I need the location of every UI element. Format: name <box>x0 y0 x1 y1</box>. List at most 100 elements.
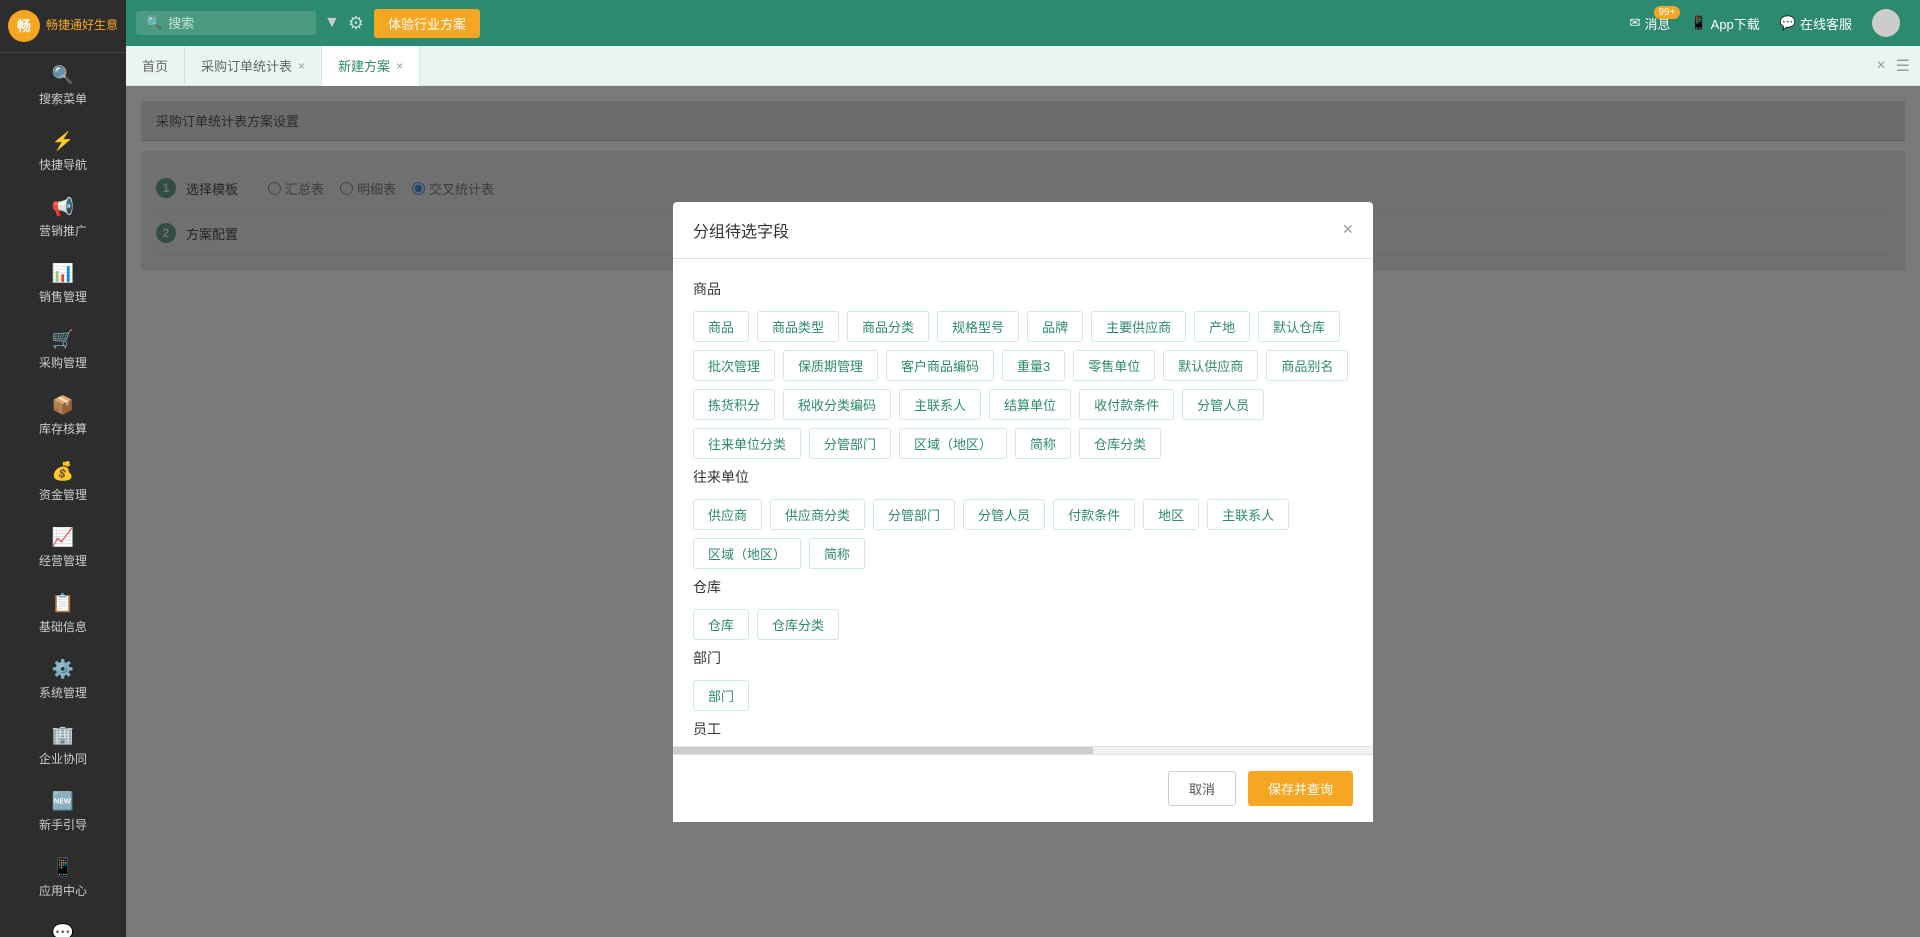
tag-goods-7[interactable]: 产地 <box>1194 311 1250 342</box>
tag-partner-1[interactable]: 供应商 <box>693 499 762 530</box>
tab-purchase-stats-label: 采购订单统计表 <box>201 56 292 75</box>
section-employee: 员工 业务员 <box>693 719 1353 746</box>
tag-partner-3[interactable]: 分管部门 <box>873 499 955 530</box>
section-goods-title: 商品 <box>693 279 1353 299</box>
tag-goods-21[interactable]: 分管人员 <box>1182 389 1264 420</box>
tag-warehouse-1[interactable]: 仓库 <box>693 609 749 640</box>
tag-goods-12[interactable]: 重量3 <box>1002 350 1065 381</box>
sidebar-item-inventory[interactable]: 📦 库存核算 <box>0 383 126 449</box>
sidebar-item-basic[interactable]: 📋 基础信息 <box>0 581 126 647</box>
section-warehouse-title: 仓库 <box>693 577 1353 597</box>
guide-icon: 🆕 <box>52 791 74 812</box>
sidebar-item-quicknav[interactable]: ⚡ 快捷导航 <box>0 119 126 185</box>
tag-goods-18[interactable]: 主联系人 <box>899 389 981 420</box>
sidebar: 畅 畅捷通好生意 🔍 搜索菜单 ⚡ 快捷导航 📢 营销推广 📊 销售管理 🛒 采… <box>0 0 126 937</box>
tag-partner-2[interactable]: 供应商分类 <box>770 499 865 530</box>
tag-goods-23[interactable]: 分管部门 <box>809 428 891 459</box>
section-employee-title: 员工 <box>693 719 1353 739</box>
sidebar-item-appcenter[interactable]: 📱 应用中心 <box>0 845 126 911</box>
modal-close-button[interactable]: × <box>1342 219 1353 240</box>
sidebar-item-guide-label: 新手引导 <box>39 816 87 833</box>
tag-goods-19[interactable]: 结算单位 <box>989 389 1071 420</box>
tab-purchase-stats-close[interactable]: × <box>298 59 305 73</box>
tab-menu-icon[interactable]: ☰ <box>1896 56 1910 76</box>
tag-goods-16[interactable]: 拣货积分 <box>693 389 775 420</box>
sales-icon: 📊 <box>52 263 74 284</box>
logo: 畅 畅捷通好生意 <box>0 0 126 53</box>
tag-goods-11[interactable]: 客户商品编码 <box>886 350 994 381</box>
modal-cancel-button[interactable]: 取消 <box>1168 771 1236 806</box>
section-department: 部门 部门 <box>693 648 1353 711</box>
sidebar-item-system[interactable]: ⚙️ 系统管理 <box>0 647 126 713</box>
tag-goods-26[interactable]: 仓库分类 <box>1079 428 1161 459</box>
online-service-item[interactable]: 💬 在线客服 <box>1780 14 1852 33</box>
avatar[interactable] <box>1872 9 1900 37</box>
tab-new-plan[interactable]: 新建方案 × <box>322 46 420 86</box>
sidebar-item-system-label: 系统管理 <box>39 684 87 701</box>
tab-purchase-stats[interactable]: 采购订单统计表 × <box>185 46 322 86</box>
tag-goods-20[interactable]: 收付款条件 <box>1079 389 1174 420</box>
tag-partner-5[interactable]: 付款条件 <box>1053 499 1135 530</box>
message-item[interactable]: ✉ 消息 99+ <box>1630 14 1671 33</box>
tag-goods-17[interactable]: 税收分类编码 <box>783 389 891 420</box>
tab-close-all-icon[interactable]: × <box>1876 57 1885 75</box>
warehouse-tag-grid: 仓库 仓库分类 <box>693 609 1353 640</box>
quicknav-icon: ⚡ <box>52 131 74 152</box>
modal-hscroll-thumb[interactable] <box>673 747 1093 754</box>
modal-body[interactable]: 商品 商品 商品类型 商品分类 规格型号 品牌 主要供应商 产地 默认仓库 批次… <box>673 259 1373 746</box>
tag-warehouse-2[interactable]: 仓库分类 <box>757 609 839 640</box>
tag-partner-4[interactable]: 分管人员 <box>963 499 1045 530</box>
tag-goods-6[interactable]: 主要供应商 <box>1091 311 1186 342</box>
app-download-item[interactable]: 📱 App下载 <box>1690 14 1759 33</box>
sidebar-item-marketing[interactable]: 📢 营销推广 <box>0 185 126 251</box>
header-dropdown-icon[interactable]: ▼ <box>324 14 340 32</box>
tag-goods-14[interactable]: 默认供应商 <box>1163 350 1258 381</box>
tag-goods-8[interactable]: 默认仓库 <box>1258 311 1340 342</box>
modal-hscrollbar[interactable] <box>673 746 1373 754</box>
tag-goods-13[interactable]: 零售单位 <box>1073 350 1155 381</box>
sidebar-item-operation[interactable]: 📈 经营管理 <box>0 515 126 581</box>
sidebar-item-sales[interactable]: 📊 销售管理 <box>0 251 126 317</box>
tag-goods-4[interactable]: 规格型号 <box>937 311 1019 342</box>
modal-save-button[interactable]: 保存并查询 <box>1248 771 1353 806</box>
sidebar-item-finance[interactable]: 💰 资金管理 <box>0 449 126 515</box>
tag-partner-8[interactable]: 区域（地区） <box>693 538 801 569</box>
app-download-icon: 📱 <box>1690 15 1706 31</box>
header-right: ✉ 消息 99+ 📱 App下载 💬 在线客服 <box>1630 9 1920 37</box>
tag-goods-10[interactable]: 保质期管理 <box>783 350 878 381</box>
tag-partner-6[interactable]: 地区 <box>1143 499 1199 530</box>
header-search-input[interactable] <box>168 16 288 31</box>
trial-btn[interactable]: 体验行业方案 <box>374 9 480 38</box>
sidebar-item-wechat[interactable]: 💬 企业微信 <box>0 911 126 937</box>
tag-goods-22[interactable]: 往来单位分类 <box>693 428 801 459</box>
tab-home[interactable]: 首页 <box>126 46 185 86</box>
tab-right-controls: × ☰ <box>1876 56 1920 76</box>
partner-tag-grid: 供应商 供应商分类 分管部门 分管人员 付款条件 地区 主联系人 区域（地区） … <box>693 499 1353 569</box>
header-settings-icon[interactable]: ⚙ <box>348 13 364 34</box>
tag-goods-9[interactable]: 批次管理 <box>693 350 775 381</box>
message-badge: 99+ <box>1654 6 1681 19</box>
app-download-label: App下载 <box>1711 14 1760 33</box>
sidebar-item-search[interactable]: 🔍 搜索菜单 <box>0 53 126 119</box>
tab-new-plan-close[interactable]: × <box>396 59 403 73</box>
tag-goods-24[interactable]: 区域（地区） <box>899 428 1007 459</box>
tag-goods-1[interactable]: 商品 <box>693 311 749 342</box>
section-warehouse: 仓库 仓库 仓库分类 <box>693 577 1353 640</box>
tag-goods-5[interactable]: 品牌 <box>1027 311 1083 342</box>
tab-new-plan-label: 新建方案 <box>338 56 390 75</box>
tag-goods-25[interactable]: 简称 <box>1015 428 1071 459</box>
sidebar-item-sales-label: 销售管理 <box>39 288 87 305</box>
tag-partner-7[interactable]: 主联系人 <box>1207 499 1289 530</box>
sidebar-item-enterprise[interactable]: 🏢 企业协同 <box>0 713 126 779</box>
tag-goods-2[interactable]: 商品类型 <box>757 311 839 342</box>
tag-partner-9[interactable]: 简称 <box>809 538 865 569</box>
tag-goods-15[interactable]: 商品别名 <box>1266 350 1348 381</box>
tag-department-1[interactable]: 部门 <box>693 680 749 711</box>
header-search-box[interactable]: 🔍 <box>136 11 316 35</box>
tag-goods-3[interactable]: 商品分类 <box>847 311 929 342</box>
sidebar-item-purchase[interactable]: 🛒 采购管理 <box>0 317 126 383</box>
header-search-icon: 🔍 <box>146 15 162 31</box>
sidebar-item-operation-label: 经营管理 <box>39 552 87 569</box>
sidebar-item-guide[interactable]: 🆕 新手引导 <box>0 779 126 845</box>
inventory-icon: 📦 <box>52 395 74 416</box>
